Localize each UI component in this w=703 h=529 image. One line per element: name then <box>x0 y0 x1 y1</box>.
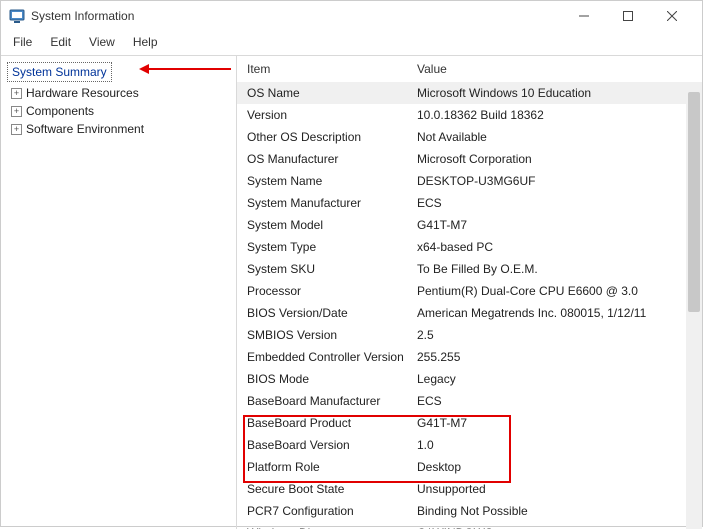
row-value: Binding Not Possible <box>417 502 692 520</box>
menubar: File Edit View Help <box>1 31 702 56</box>
table-row[interactable]: Embedded Controller Version255.255 <box>237 346 702 368</box>
table-row[interactable]: Version10.0.18362 Build 18362 <box>237 104 702 126</box>
window-title: System Information <box>31 9 134 23</box>
row-item: OS Name <box>247 84 417 102</box>
table-row[interactable]: SMBIOS Version2.5 <box>237 324 702 346</box>
row-value: G41T-M7 <box>417 216 692 234</box>
table-row[interactable]: BIOS ModeLegacy <box>237 368 702 390</box>
row-value: 10.0.18362 Build 18362 <box>417 106 692 124</box>
row-value: 255.255 <box>417 348 692 366</box>
minimize-button[interactable] <box>562 2 606 30</box>
row-value: 2.5 <box>417 326 692 344</box>
content-area: System Summary + Hardware Resources + Co… <box>1 56 702 529</box>
row-item: BIOS Mode <box>247 370 417 388</box>
row-value: 1.0 <box>417 436 692 454</box>
tree-root-system-summary[interactable]: System Summary <box>7 62 112 82</box>
row-item: System Manufacturer <box>247 194 417 212</box>
row-value: x64-based PC <box>417 238 692 256</box>
row-item: Other OS Description <box>247 128 417 146</box>
table-row[interactable]: BaseBoard ManufacturerECS <box>237 390 702 412</box>
row-item: BIOS Version/Date <box>247 304 417 322</box>
menu-help[interactable]: Help <box>131 33 160 51</box>
row-item: Processor <box>247 282 417 300</box>
arrow-annotation <box>139 63 231 75</box>
table-row[interactable]: Secure Boot StateUnsupported <box>237 478 702 500</box>
menu-file[interactable]: File <box>11 33 34 51</box>
table-row[interactable]: Windows DirectoryC:\WINDOWS <box>237 522 702 529</box>
close-button[interactable] <box>650 2 694 30</box>
table-row[interactable]: BaseBoard ProductG41T-M7 <box>237 412 702 434</box>
table-row[interactable]: System NameDESKTOP-U3MG6UF <box>237 170 702 192</box>
tree-node-software-environment[interactable]: + Software Environment <box>11 120 230 138</box>
row-value: Unsupported <box>417 480 692 498</box>
tree-node-label: Hardware Resources <box>26 86 139 100</box>
row-item: BaseBoard Manufacturer <box>247 392 417 410</box>
row-item: PCR7 Configuration <box>247 502 417 520</box>
expander-icon[interactable]: + <box>11 124 22 135</box>
row-item: Platform Role <box>247 458 417 476</box>
row-value: Microsoft Windows 10 Education <box>417 84 692 102</box>
table-row[interactable]: System ModelG41T-M7 <box>237 214 702 236</box>
row-value: Pentium(R) Dual-Core CPU E6600 @ 3.0 <box>417 282 692 300</box>
expander-icon[interactable]: + <box>11 106 22 117</box>
menu-edit[interactable]: Edit <box>48 33 73 51</box>
tree-node-hardware-resources[interactable]: + Hardware Resources <box>11 84 230 102</box>
table-row[interactable]: Other OS DescriptionNot Available <box>237 126 702 148</box>
expander-icon[interactable]: + <box>11 88 22 99</box>
row-value: American Megatrends Inc. 080015, 1/12/11 <box>417 304 692 322</box>
titlebar: System Information <box>1 1 702 31</box>
app-icon <box>9 8 25 24</box>
details-header: Item Value <box>237 56 702 82</box>
tree-node-label: Software Environment <box>26 122 144 136</box>
tree-pane: System Summary + Hardware Resources + Co… <box>1 56 237 529</box>
row-item: OS Manufacturer <box>247 150 417 168</box>
row-item: Secure Boot State <box>247 480 417 498</box>
row-value: Desktop <box>417 458 692 476</box>
row-item: SMBIOS Version <box>247 326 417 344</box>
table-row[interactable]: System Typex64-based PC <box>237 236 702 258</box>
row-value: DESKTOP-U3MG6UF <box>417 172 692 190</box>
column-header-value[interactable]: Value <box>417 62 692 76</box>
scrollbar[interactable] <box>686 82 702 529</box>
row-value: Legacy <box>417 370 692 388</box>
row-item: Version <box>247 106 417 124</box>
row-item: System Type <box>247 238 417 256</box>
column-header-item[interactable]: Item <box>247 62 417 76</box>
row-value: Not Available <box>417 128 692 146</box>
row-item: System Name <box>247 172 417 190</box>
row-item: Embedded Controller Version <box>247 348 417 366</box>
row-value: G41T-M7 <box>417 414 692 432</box>
row-item: System SKU <box>247 260 417 278</box>
maximize-button[interactable] <box>606 2 650 30</box>
row-value: ECS <box>417 392 692 410</box>
table-row[interactable]: BIOS Version/DateAmerican Megatrends Inc… <box>237 302 702 324</box>
details-rows[interactable]: OS NameMicrosoft Windows 10 EducationVer… <box>237 82 702 529</box>
row-value: Microsoft Corporation <box>417 150 692 168</box>
table-row[interactable]: BaseBoard Version1.0 <box>237 434 702 456</box>
table-row[interactable]: System ManufacturerECS <box>237 192 702 214</box>
table-row[interactable]: System SKUTo Be Filled By O.E.M. <box>237 258 702 280</box>
row-item: BaseBoard Version <box>247 436 417 454</box>
table-row[interactable]: ProcessorPentium(R) Dual-Core CPU E6600 … <box>237 280 702 302</box>
menu-view[interactable]: View <box>87 33 117 51</box>
row-value: To Be Filled By O.E.M. <box>417 260 692 278</box>
table-row[interactable]: OS NameMicrosoft Windows 10 Education <box>237 82 702 104</box>
scrollbar-thumb[interactable] <box>688 92 700 312</box>
tree-node-label: Components <box>26 104 94 118</box>
details-pane: Item Value OS NameMicrosoft Windows 10 E… <box>237 56 702 529</box>
table-row[interactable]: Platform RoleDesktop <box>237 456 702 478</box>
row-item: System Model <box>247 216 417 234</box>
tree-node-components[interactable]: + Components <box>11 102 230 120</box>
table-row[interactable]: OS ManufacturerMicrosoft Corporation <box>237 148 702 170</box>
row-value: ECS <box>417 194 692 212</box>
row-item: BaseBoard Product <box>247 414 417 432</box>
window-controls <box>562 2 694 30</box>
table-row[interactable]: PCR7 ConfigurationBinding Not Possible <box>237 500 702 522</box>
